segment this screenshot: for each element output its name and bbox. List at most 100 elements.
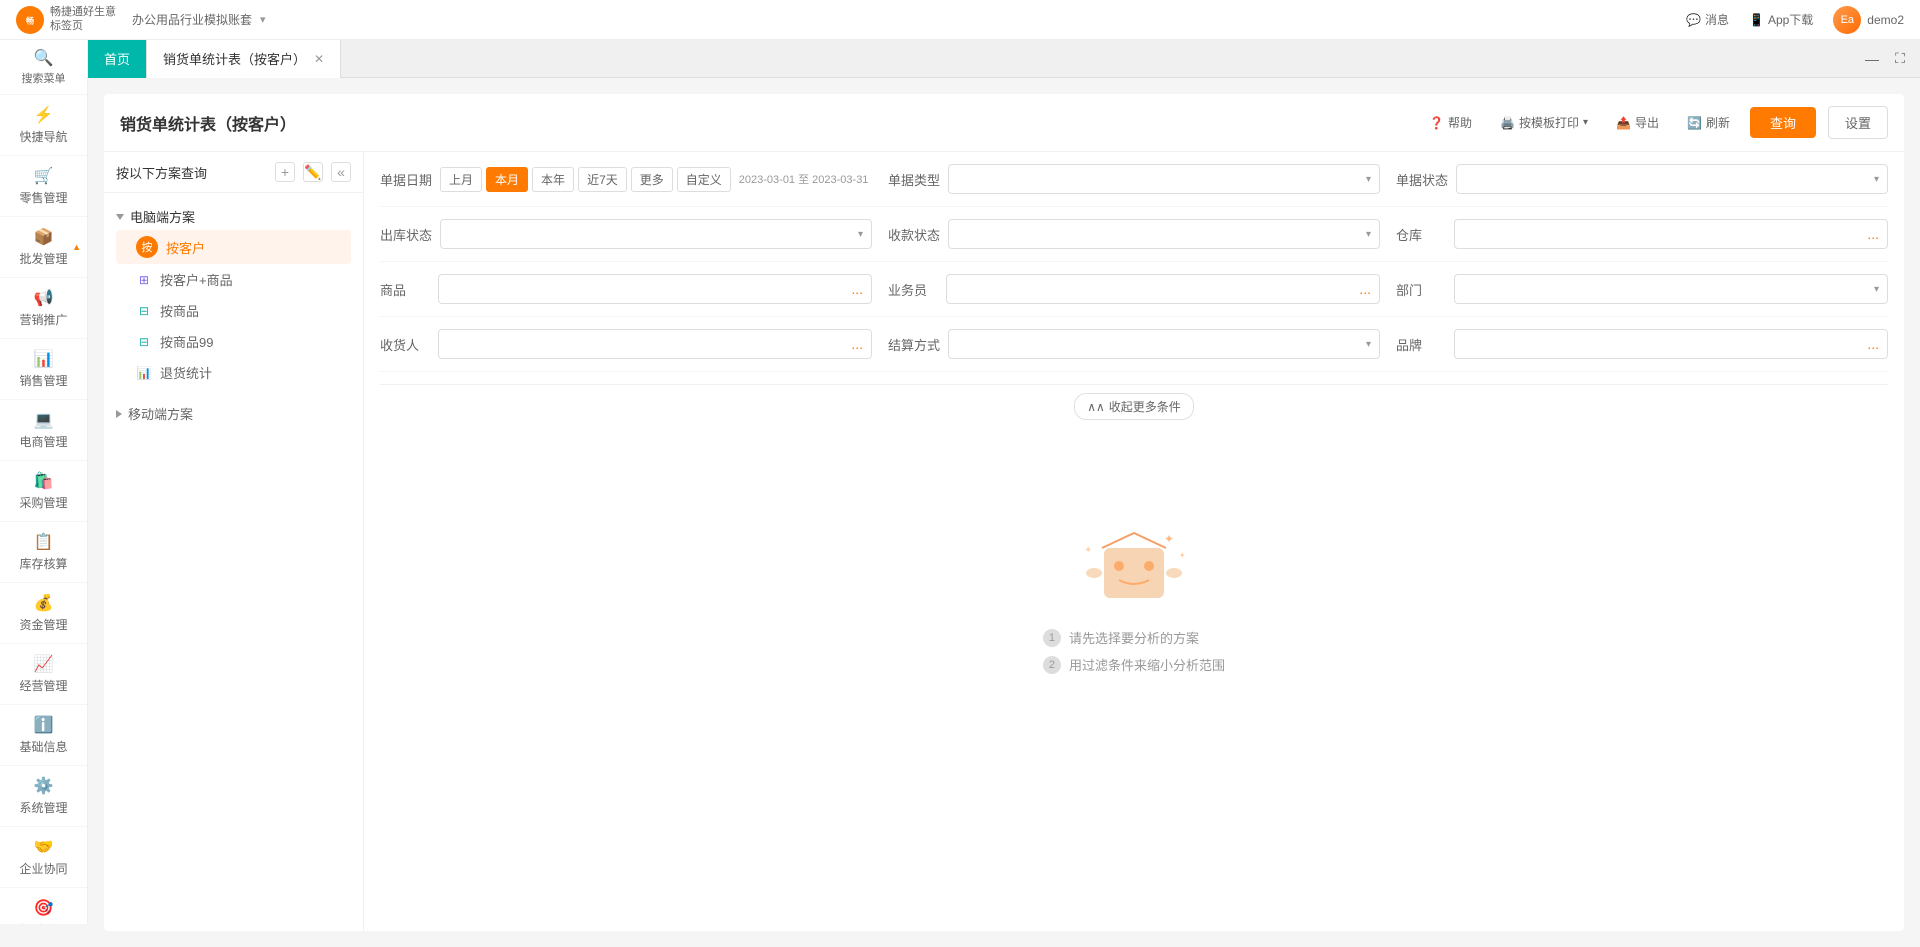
svg-text:畅: 畅 <box>26 15 34 25</box>
query-button[interactable]: 查询 <box>1750 107 1816 138</box>
logo-icon: 畅 <box>16 6 44 34</box>
sidebar-item-guide[interactable]: 🎯 新手引导 <box>0 888 87 924</box>
hint-num-1: 1 <box>1043 629 1061 647</box>
recipient-dots-icon[interactable]: ... <box>851 336 863 352</box>
print-icon: 🖨️ <box>1500 116 1515 130</box>
sidebar-item-ecommerce[interactable]: 💻 电商管理 <box>0 400 87 461</box>
doc-status-filter-row: 单据状态 ▾ <box>1396 164 1888 194</box>
goods-dots-icon[interactable]: ... <box>851 281 863 297</box>
scheme-item-by-customer[interactable]: 按 按客户 <box>116 230 351 264</box>
tab-close-icon[interactable]: ✕ <box>314 52 324 66</box>
scheme-item-goods-99[interactable]: ⊟ 按商品99 <box>116 326 351 357</box>
desktop-scheme-group: 电脑端方案 按 按客户 ⊞ 按客户+商品 <box>104 197 363 394</box>
collapse-button[interactable]: ∧∧ 收起更多条件 <box>1074 393 1194 420</box>
payment-status-select[interactable]: ▾ <box>948 219 1380 249</box>
date-btn-this-month[interactable]: 本月 <box>486 167 528 192</box>
content-area: 按以下方案查询 + ✏️ « <box>104 152 1904 931</box>
export-icon: 📤 <box>1616 116 1631 130</box>
filter-section-date: 单据日期 上月 本月 本年 近7天 更多 自定义 2023-03-01 至 20… <box>380 164 1888 207</box>
message-button[interactable]: 💬 消息 <box>1686 11 1729 28</box>
left-panel: 按以下方案查询 + ✏️ « <box>104 152 364 931</box>
user-menu[interactable]: Ea demo2 <box>1833 6 1904 34</box>
tab-sales-stats[interactable]: 销货单统计表（按客户） ✕ <box>147 40 341 78</box>
warehouse-select[interactable]: ... <box>1454 219 1888 249</box>
staff-dots-icon[interactable]: ... <box>1359 281 1371 297</box>
tab-bar: 首页 销货单统计表（按客户） ✕ — ⛶ <box>88 40 1920 78</box>
department-select[interactable]: ▾ <box>1454 274 1888 304</box>
filter-grid-row2: 出库状态 ▾ 收款状态 ▾ <box>380 219 1888 249</box>
settings-button[interactable]: 设置 <box>1828 106 1888 139</box>
date-btn-more[interactable]: 更多 <box>631 167 673 192</box>
sidebar-item-retail[interactable]: 🛒 零售管理 <box>0 156 87 217</box>
brand-filter-row: 品牌 ... <box>1396 329 1888 359</box>
svg-text:✦: ✦ <box>1084 545 1092 556</box>
mobile-scheme-header[interactable]: 移动端方案 <box>116 400 351 427</box>
sidebar-item-sales[interactable]: 📊 销售管理 <box>0 339 87 400</box>
refresh-button[interactable]: 🔄 刷新 <box>1679 110 1738 135</box>
sidebar-item-inventory[interactable]: 📋 库存核算 <box>0 522 87 583</box>
add-icon: + <box>281 164 289 180</box>
recipient-filter-row: 收货人 ... <box>380 329 872 359</box>
minimize-button[interactable]: — <box>1860 47 1884 71</box>
date-btn-last-month[interactable]: 上月 <box>440 167 482 192</box>
date-btn-7days[interactable]: 近7天 <box>578 167 627 192</box>
brand-dots-icon[interactable]: ... <box>1867 336 1879 352</box>
staff-select[interactable]: ... <box>946 274 1380 304</box>
tab-home[interactable]: 首页 <box>88 40 147 78</box>
filter-grid-row3: 商品 ... 业务员 ... <box>380 274 1888 304</box>
edit-scheme-button[interactable]: ✏️ <box>303 162 323 182</box>
brand-select[interactable]: ... <box>1454 329 1888 359</box>
sidebar-item-wholesale[interactable]: 📦 批发管理 ▲ <box>0 217 87 278</box>
filter-section-row3: 商品 ... 业务员 ... <box>380 274 1888 317</box>
warehouse-dots-icon[interactable]: ... <box>1867 226 1879 242</box>
out-status-chevron: ▾ <box>858 229 863 240</box>
empty-state: ✦ ✦ ✦ 1 请先选择要分析的方案 2 用过滤条件来缩小分析范围 <box>380 428 1888 754</box>
help-button[interactable]: ❓ 帮助 <box>1421 110 1480 135</box>
sidebar-item-quick-nav[interactable]: ⚡ 快捷导航 <box>0 95 87 156</box>
scheme-item-returns[interactable]: 📊 退货统计 <box>116 357 351 388</box>
out-status-label: 出库状态 <box>380 225 432 244</box>
date-label: 单据日期 <box>380 170 432 189</box>
help-icon: ❓ <box>1429 116 1444 130</box>
svg-text:✦: ✦ <box>1179 551 1186 560</box>
doc-status-label: 单据状态 <box>1396 170 1448 189</box>
sidebar-item-system[interactable]: ⚙️ 系统管理 <box>0 766 87 827</box>
tab-actions: — ⛶ <box>1860 47 1920 71</box>
header-left: 畅 畅捷通好生意 标签页 办公用品行业模拟账套 ▾ <box>16 6 266 34</box>
app-download-button[interactable]: 📱 App下载 <box>1749 11 1813 28</box>
scheme-item-by-goods[interactable]: ⊟ 按商品 <box>116 295 351 326</box>
template-print-button[interactable]: 🖨️ 按模板打印 ▾ <box>1492 110 1596 135</box>
goods-icon: ⊟ <box>136 303 152 319</box>
department-filter-row: 部门 ▾ <box>1396 274 1888 304</box>
enterprise-icon: 🤝 <box>34 837 54 857</box>
date-btn-custom[interactable]: 自定义 <box>677 167 731 192</box>
goods-select[interactable]: ... <box>438 274 872 304</box>
maximize-button[interactable]: ⛶ <box>1888 47 1912 71</box>
export-button[interactable]: 📤 导出 <box>1608 110 1667 135</box>
sidebar-item-operations[interactable]: 📈 经营管理 <box>0 644 87 705</box>
filter-grid-row1: 单据日期 上月 本月 本年 近7天 更多 自定义 2023-03-01 至 20… <box>380 164 1888 194</box>
filter-grid-row4: 收货人 ... 结算方式 ▾ <box>380 329 1888 359</box>
scheme-item-customer-goods[interactable]: ⊞ 按客户+商品 <box>116 264 351 295</box>
recipient-select[interactable]: ... <box>438 329 872 359</box>
returns-icon: 📊 <box>136 365 152 381</box>
add-scheme-button[interactable]: + <box>275 162 295 182</box>
sidebar-item-marketing[interactable]: 📢 营销推广 <box>0 278 87 339</box>
doc-type-select[interactable]: ▾ <box>948 164 1380 194</box>
goods-99-icon: ⊟ <box>136 334 152 350</box>
sidebar-item-basic-info[interactable]: ℹ️ 基础信息 <box>0 705 87 766</box>
doc-status-select[interactable]: ▾ <box>1456 164 1888 194</box>
sidebar-item-enterprise[interactable]: 🤝 企业协同 <box>0 827 87 888</box>
department-chevron: ▾ <box>1874 284 1879 295</box>
date-btn-this-year[interactable]: 本年 <box>532 167 574 192</box>
sidebar-item-search[interactable]: 🔍 搜索菜单 <box>0 40 87 95</box>
app-title-dropdown[interactable]: ▾ <box>260 13 266 26</box>
desktop-scheme-header[interactable]: 电脑端方案 <box>116 203 351 230</box>
collapse-panel-button[interactable]: « <box>331 162 351 182</box>
sidebar-item-purchase[interactable]: 🛍️ 采购管理 <box>0 461 87 522</box>
out-status-select[interactable]: ▾ <box>440 219 872 249</box>
page-title: 销货单统计表（按客户） <box>120 111 296 135</box>
settlement-select[interactable]: ▾ <box>948 329 1380 359</box>
retail-icon: 🛒 <box>34 166 54 186</box>
sidebar-item-finance[interactable]: 💰 资金管理 <box>0 583 87 644</box>
